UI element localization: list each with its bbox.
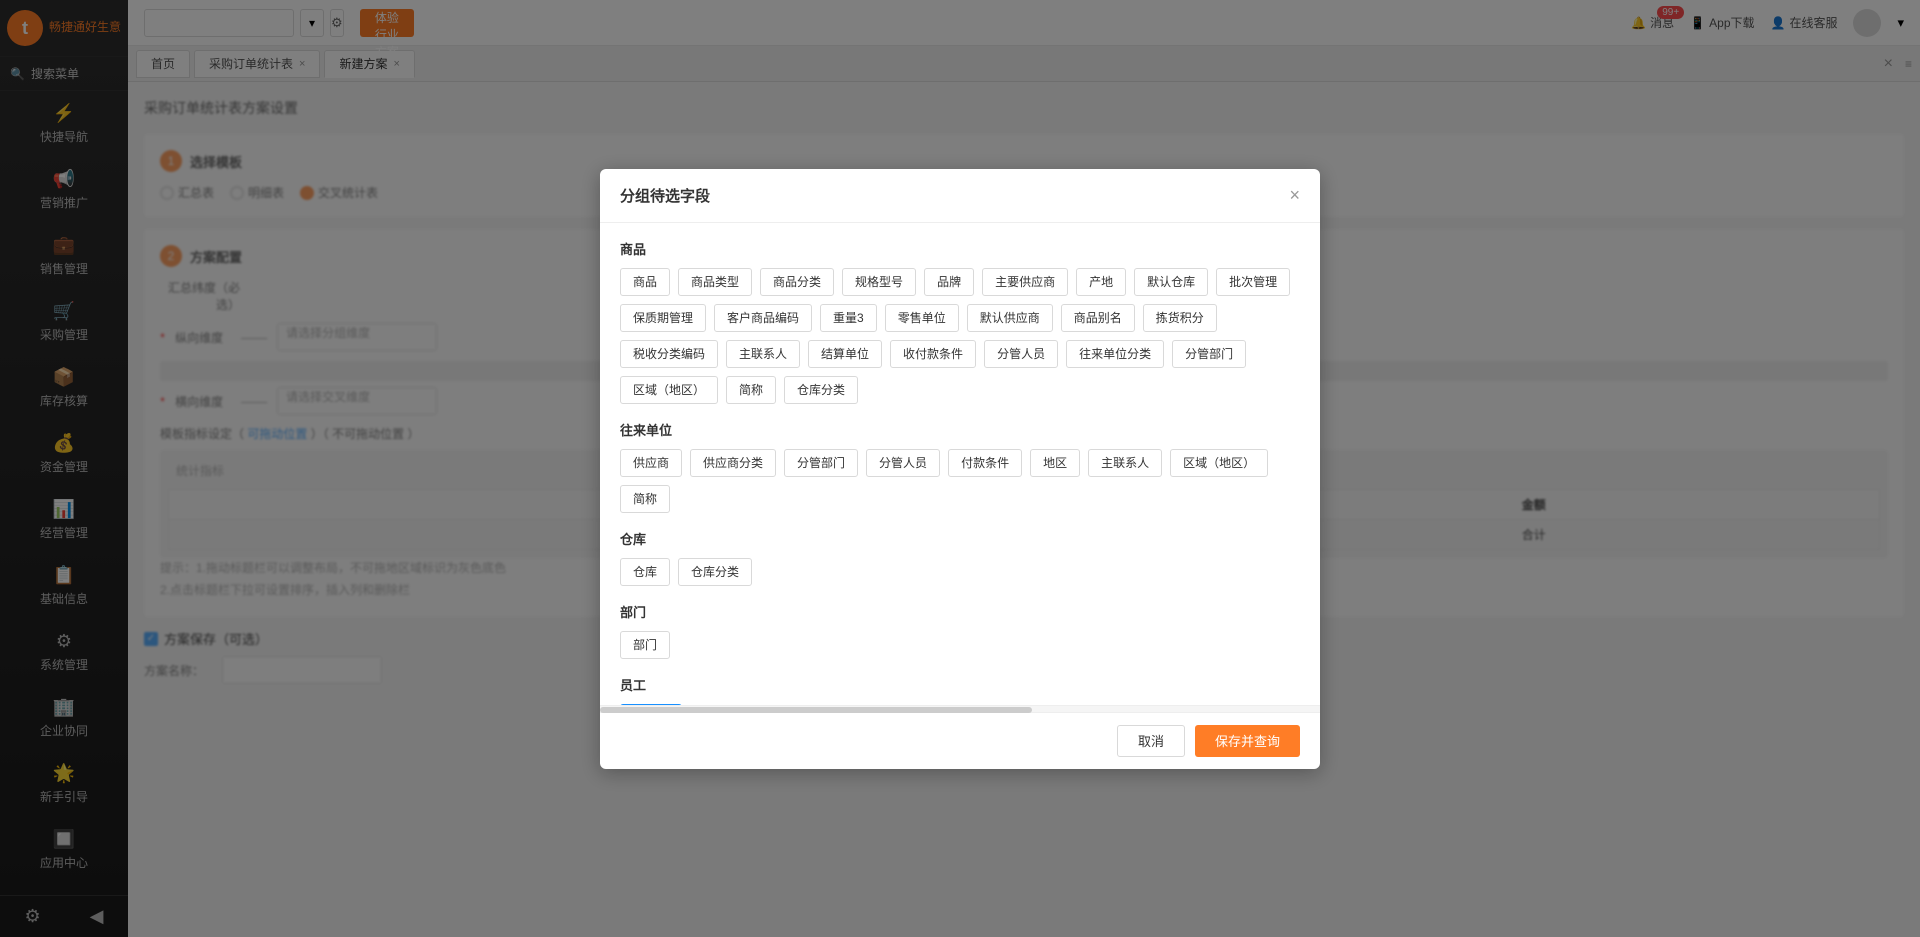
section-department-title: 部门 <box>620 602 1300 621</box>
field-tag[interactable]: 税收分类编码 <box>620 340 718 368</box>
section-department: 部门 部门 <box>620 602 1300 659</box>
field-tag[interactable]: 供应商 <box>620 449 682 477</box>
field-tag[interactable]: 规格型号 <box>842 268 916 296</box>
cancel-button[interactable]: 取消 <box>1117 725 1185 757</box>
field-tag[interactable]: 结算单位 <box>808 340 882 368</box>
modal-title: 分组待选字段 <box>620 185 710 206</box>
modal-body: 商品 商品 商品类型 商品分类 规格型号 品牌 主要供应商 产地 默认仓库 批次… <box>600 223 1320 706</box>
section-department-tags: 部门 <box>620 631 1300 659</box>
section-product: 商品 商品 商品类型 商品分类 规格型号 品牌 主要供应商 产地 默认仓库 批次… <box>620 239 1300 404</box>
field-tag[interactable]: 商品类型 <box>678 268 752 296</box>
field-tag[interactable]: 付款条件 <box>948 449 1022 477</box>
field-tag[interactable]: 商品 <box>620 268 670 296</box>
field-tag[interactable]: 商品别名 <box>1061 304 1135 332</box>
field-tag[interactable]: 简称 <box>726 376 776 404</box>
field-tag[interactable]: 默认仓库 <box>1134 268 1208 296</box>
section-warehouse: 仓库 仓库 仓库分类 <box>620 529 1300 586</box>
field-tag[interactable]: 分管人员 <box>866 449 940 477</box>
field-select-modal: 分组待选字段 × 商品 商品 商品类型 商品分类 规格型号 品牌 主要供应商 产… <box>600 169 1320 769</box>
field-tag[interactable]: 收付款条件 <box>890 340 976 368</box>
modal-scrollbar-horizontal[interactable] <box>600 705 1320 711</box>
field-tag[interactable]: 仓库 <box>620 558 670 586</box>
field-tag[interactable]: 主联系人 <box>726 340 800 368</box>
field-tag[interactable]: 保质期管理 <box>620 304 706 332</box>
field-tag[interactable]: 分管部门 <box>784 449 858 477</box>
field-tag[interactable]: 仓库分类 <box>784 376 858 404</box>
modal-overlay: 分组待选字段 × 商品 商品 商品类型 商品分类 规格型号 品牌 主要供应商 产… <box>0 0 1920 937</box>
field-tag[interactable]: 主要供应商 <box>982 268 1068 296</box>
modal-header: 分组待选字段 × <box>600 169 1320 223</box>
section-product-title: 商品 <box>620 239 1300 258</box>
field-tag[interactable]: 品牌 <box>924 268 974 296</box>
field-tag[interactable]: 客户商品编码 <box>714 304 812 332</box>
field-tag[interactable]: 商品分类 <box>760 268 834 296</box>
field-tag[interactable]: 主联系人 <box>1088 449 1162 477</box>
modal-footer: 取消 保存并查询 <box>600 712 1320 769</box>
section-employee-title: 员工 <box>620 675 1300 694</box>
field-tag[interactable]: 地区 <box>1030 449 1080 477</box>
field-tag[interactable]: 分管人员 <box>984 340 1058 368</box>
field-tag[interactable]: 部门 <box>620 631 670 659</box>
field-tag[interactable]: 默认供应商 <box>967 304 1053 332</box>
modal-close-btn[interactable]: × <box>1289 185 1300 206</box>
field-tag[interactable]: 仓库分类 <box>678 558 752 586</box>
field-tag[interactable]: 产地 <box>1076 268 1126 296</box>
hscroll-thumb <box>600 707 1032 713</box>
field-tag[interactable]: 区域（地区） <box>620 376 718 404</box>
field-tag[interactable]: 分管部门 <box>1172 340 1246 368</box>
confirm-button[interactable]: 保存并查询 <box>1195 725 1300 757</box>
section-product-tags: 商品 商品类型 商品分类 规格型号 品牌 主要供应商 产地 默认仓库 批次管理 … <box>620 268 1300 404</box>
field-tag[interactable]: 重量3 <box>820 304 877 332</box>
field-tag[interactable]: 零售单位 <box>885 304 959 332</box>
field-tag[interactable]: 往来单位分类 <box>1066 340 1164 368</box>
section-employee: 员工 业务员 <box>620 675 1300 706</box>
field-tag[interactable]: 批次管理 <box>1216 268 1290 296</box>
field-tag[interactable]: 供应商分类 <box>690 449 776 477</box>
section-counterpart-title: 往来单位 <box>620 420 1300 439</box>
field-tag[interactable]: 简称 <box>620 485 670 513</box>
section-counterpart: 往来单位 供应商 供应商分类 分管部门 分管人员 付款条件 地区 主联系人 区域… <box>620 420 1300 513</box>
section-warehouse-tags: 仓库 仓库分类 <box>620 558 1300 586</box>
section-counterpart-tags: 供应商 供应商分类 分管部门 分管人员 付款条件 地区 主联系人 区域（地区） … <box>620 449 1300 513</box>
field-tag[interactable]: 拣货积分 <box>1143 304 1217 332</box>
section-warehouse-title: 仓库 <box>620 529 1300 548</box>
field-tag[interactable]: 区域（地区） <box>1170 449 1268 477</box>
